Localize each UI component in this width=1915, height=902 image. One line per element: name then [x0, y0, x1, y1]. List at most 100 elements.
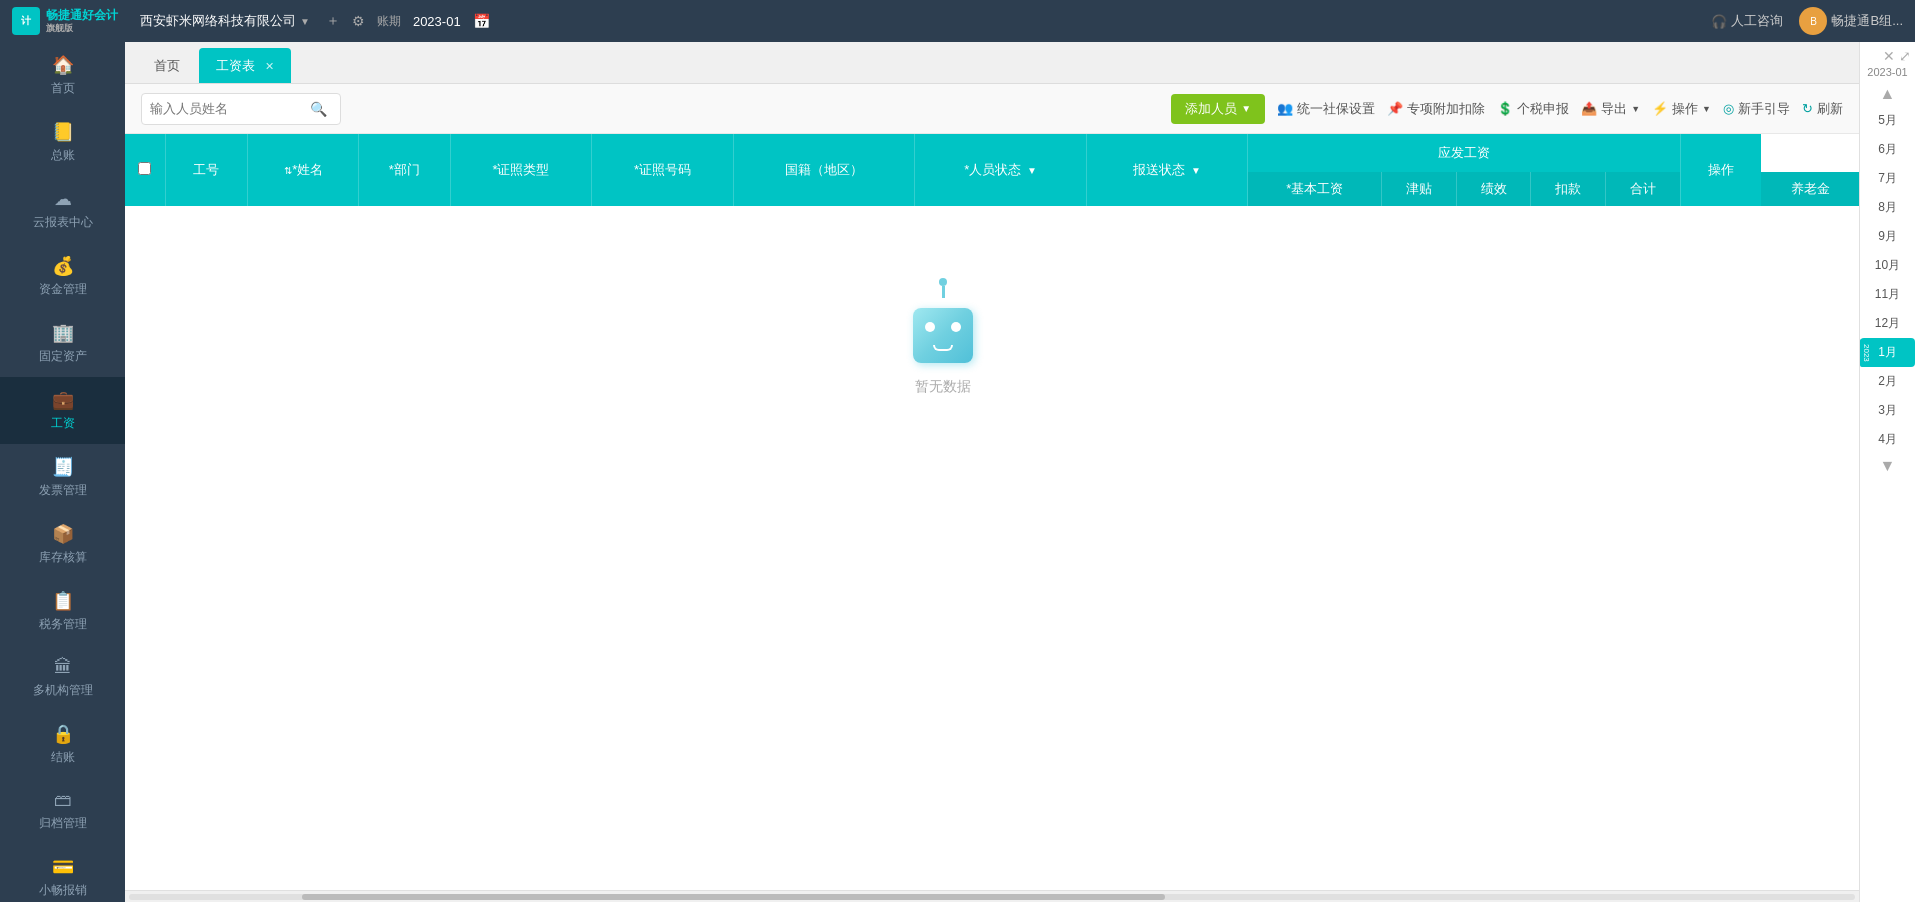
- sidebar-item-home[interactable]: 🏠 首页: [0, 42, 125, 109]
- month-item-7[interactable]: 7月: [1860, 164, 1915, 193]
- sidebar-item-archive[interactable]: 🗃 归档管理: [0, 778, 125, 844]
- select-all-checkbox[interactable]: [138, 162, 151, 175]
- tab-salary[interactable]: 工资表 ✕: [199, 48, 291, 83]
- tab-home[interactable]: 首页: [137, 48, 197, 83]
- search-input[interactable]: [150, 101, 310, 116]
- sidebar-label-inventory: 库存核算: [39, 549, 87, 566]
- sidebar-item-multi-org[interactable]: 🏛 多机构管理: [0, 645, 125, 711]
- bottom-scrollbar[interactable]: [125, 890, 1859, 902]
- refresh-label: 刷新: [1817, 100, 1843, 118]
- th-pension: 养老金: [1761, 172, 1859, 206]
- tax-icon: 📋: [52, 590, 74, 612]
- th-payroll: 应发工资: [1248, 134, 1680, 172]
- robot-eye-left: [925, 322, 935, 332]
- maximize-panel-icon[interactable]: ⤢: [1899, 48, 1911, 64]
- th-nation: 国籍（地区）: [733, 134, 915, 206]
- app-title: 畅捷通好会计: [46, 8, 118, 22]
- operations-dropdown-icon: ▼: [1702, 104, 1711, 114]
- robot-antenna: [942, 286, 945, 298]
- sidebar-item-expense[interactable]: 💳 小畅报销: [0, 844, 125, 902]
- personal-tax-icon: 💲: [1497, 101, 1513, 116]
- social-security-action[interactable]: 👥 统一社保设置: [1277, 100, 1375, 118]
- sidebar-label-salary: 工资: [51, 415, 75, 432]
- month-item-6[interactable]: 6月: [1860, 135, 1915, 164]
- sidebar-item-close-account[interactable]: 🔒 结账: [0, 711, 125, 778]
- tab-bar: 首页 工资表 ✕: [125, 42, 1859, 84]
- month-item-10[interactable]: 10月: [1860, 251, 1915, 280]
- refresh-action[interactable]: ↻ 刷新: [1802, 100, 1843, 118]
- special-deduction-icon: 📌: [1387, 101, 1403, 116]
- special-deduction-action[interactable]: 📌 专项附加扣除: [1387, 100, 1485, 118]
- th-performance: 绩效: [1456, 172, 1531, 206]
- help-btn[interactable]: 🎧 人工咨询: [1711, 12, 1783, 30]
- personal-tax-label: 个税申报: [1517, 100, 1569, 118]
- month-item-wrap-jan: 2023 1月: [1860, 338, 1915, 367]
- month-item-12[interactable]: 12月: [1860, 309, 1915, 338]
- th-name: ⇅*姓名: [247, 134, 358, 206]
- search-icon[interactable]: 🔍: [310, 101, 327, 117]
- month-item-9[interactable]: 9月: [1860, 222, 1915, 251]
- export-dropdown-icon: ▼: [1631, 104, 1640, 114]
- company-name: 西安虾米网络科技有限公司: [140, 12, 296, 30]
- month-item-3[interactable]: 3月: [1860, 396, 1915, 425]
- guide-action[interactable]: ◎ 新手引导: [1723, 100, 1790, 118]
- salary-icon: 💼: [52, 389, 74, 411]
- status-filter-icon[interactable]: ▼: [1027, 165, 1037, 176]
- empty-cell: 暂无数据: [125, 206, 1761, 476]
- table-header-row1: 工号 ⇅*姓名 *部门 *证照类型 *证照号码 国籍（地区） *人员状态 ▼: [125, 134, 1859, 172]
- close-panel-icon[interactable]: ✕: [1883, 48, 1895, 64]
- add-icon-btn[interactable]: ＋: [326, 12, 340, 30]
- month-item-8[interactable]: 8月: [1860, 193, 1915, 222]
- th-status: *人员状态 ▼: [915, 134, 1086, 206]
- calendar-icon[interactable]: 📅: [473, 13, 490, 29]
- sidebar-item-invoice[interactable]: 🧾 发票管理: [0, 444, 125, 511]
- period-value: 2023-01: [413, 14, 461, 29]
- sidebar-label-fixed-assets: 固定资产: [39, 348, 87, 365]
- th-id-no: *证照号码: [592, 134, 734, 206]
- month-item-5[interactable]: 5月: [1860, 106, 1915, 135]
- right-panel-year-header: 2023-01: [1867, 66, 1907, 78]
- company-selector[interactable]: 西安虾米网络科技有限公司 ▼: [140, 12, 310, 30]
- month-scroll-down-btn[interactable]: ▼: [1860, 454, 1915, 478]
- report-status-filter-icon[interactable]: ▼: [1191, 165, 1201, 176]
- user-area[interactable]: B 畅捷通B组...: [1799, 7, 1903, 35]
- sidebar-item-salary[interactable]: 💼 工资: [0, 377, 125, 444]
- app-subtitle: 旗舰版: [46, 23, 118, 34]
- sort-icon[interactable]: ⇅: [284, 165, 292, 176]
- operations-label: 操作: [1672, 100, 1698, 118]
- search-wrap: 🔍: [141, 93, 341, 125]
- month-item-11[interactable]: 11月: [1860, 280, 1915, 309]
- top-header: 计 畅捷通好会计 旗舰版 西安虾米网络科技有限公司 ▼ ＋ ⚙ 账期 2023-…: [0, 0, 1915, 42]
- multi-org-icon: 🏛: [54, 657, 72, 678]
- th-basic-salary: *基本工资: [1248, 172, 1382, 206]
- toolbar: 🔍 添加人员 ▼ 👥 统一社保设置 📌 专项附加扣除 💲 个税申报: [125, 84, 1859, 134]
- operations-action[interactable]: ⚡ 操作 ▼: [1652, 100, 1711, 118]
- sidebar-item-fixed-assets[interactable]: 🏢 固定资产: [0, 310, 125, 377]
- sidebar-label-ledger: 总账: [51, 147, 75, 164]
- scrollbar-thumb[interactable]: [302, 894, 1165, 900]
- personal-tax-action[interactable]: 💲 个税申报: [1497, 100, 1569, 118]
- tab-close-icon[interactable]: ✕: [265, 60, 274, 72]
- sidebar-item-tax[interactable]: 📋 税务管理: [0, 578, 125, 645]
- invoice-icon: 🧾: [52, 456, 74, 478]
- month-scroll-up-btn[interactable]: ▲: [1860, 82, 1915, 106]
- sidebar-label-archive: 归档管理: [39, 815, 87, 832]
- cloud-icon: ☁: [54, 188, 72, 210]
- guide-action-label: 新手引导: [1738, 100, 1790, 118]
- month-item-4[interactable]: 4月: [1860, 425, 1915, 454]
- operations-icon: ⚡: [1652, 101, 1668, 116]
- export-action[interactable]: 📤 导出 ▼: [1581, 100, 1640, 118]
- sidebar-item-inventory[interactable]: 📦 库存核算: [0, 511, 125, 578]
- expense-icon: 💳: [52, 856, 74, 878]
- add-person-button[interactable]: 添加人员 ▼: [1171, 94, 1265, 124]
- sidebar-item-cloud-report[interactable]: ☁ 云报表中心: [0, 176, 125, 243]
- sidebar-item-fund[interactable]: 💰 资金管理: [0, 243, 125, 310]
- month-item-2[interactable]: 2月: [1860, 367, 1915, 396]
- sidebar: 🏠 首页 📒 总账 ☁ 云报表中心 💰 资金管理 🏢 固定资产 💼 工资 🧾 发…: [0, 42, 125, 902]
- th-report-status: 报送状态 ▼: [1086, 134, 1248, 206]
- sidebar-item-ledger[interactable]: 📒 总账: [0, 109, 125, 176]
- settings-icon-btn[interactable]: ⚙: [352, 13, 365, 29]
- help-label: 人工咨询: [1731, 12, 1783, 30]
- period-label: 账期: [377, 13, 401, 30]
- robot-mouth: [933, 345, 953, 351]
